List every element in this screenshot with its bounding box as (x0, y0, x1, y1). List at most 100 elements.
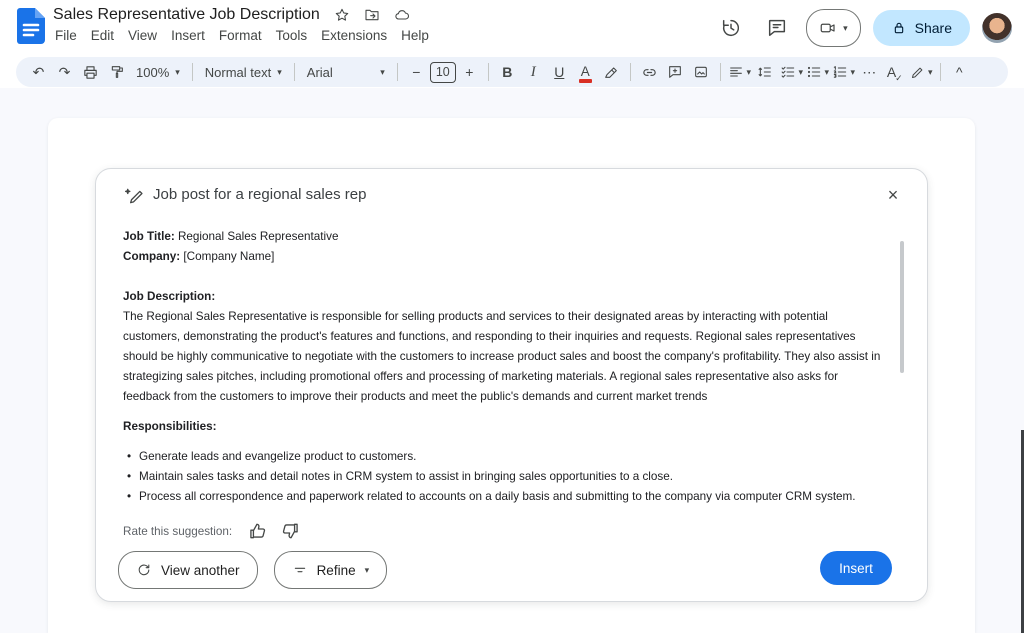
collapse-toolbar-button[interactable]: ^ (947, 60, 972, 84)
print-icon (82, 64, 99, 81)
add-comment-button[interactable] (663, 60, 688, 84)
redo-button[interactable]: ↷ (52, 60, 77, 84)
highlighter-icon (603, 64, 619, 80)
pen-icon (910, 65, 925, 80)
dialog-scrollbar-thumb[interactable] (900, 241, 904, 373)
suggestion-content: Job Title: Regional Sales Representative… (123, 227, 881, 507)
spell-check-button[interactable]: A (883, 60, 908, 84)
video-camera-icon (819, 19, 837, 37)
italic-button[interactable]: I (521, 60, 546, 84)
list-item: Generate leads and evangelize product to… (123, 447, 881, 467)
view-another-label: View another (161, 563, 240, 578)
text-color-button[interactable]: A (573, 60, 598, 84)
company-label: Company: (123, 250, 180, 263)
menu-tools[interactable]: Tools (269, 25, 315, 46)
company-value: [Company Name] (180, 250, 274, 263)
magic-pencil-icon (124, 186, 144, 206)
meet-call-button[interactable]: ▾ (806, 9, 861, 47)
google-docs-window: Sales Representative Job Description Fil… (0, 0, 1024, 633)
chevron-down-icon: ▾ (277, 68, 282, 77)
menu-file[interactable]: File (48, 25, 84, 46)
line-spacing-button[interactable] (753, 60, 778, 84)
zoom-value: 100% (136, 65, 169, 80)
move-folder-icon[interactable] (364, 7, 380, 23)
undo-icon: ↶ (33, 64, 45, 81)
align-button[interactable]: ▾ (727, 60, 752, 84)
paint-format-button[interactable] (104, 60, 129, 84)
text-color-icon: A (581, 65, 590, 79)
menu-view[interactable]: View (121, 25, 164, 46)
dialog-footer: View another Refine ▾ (118, 551, 387, 589)
toolbar-divider (294, 63, 295, 81)
insert-image-icon (693, 64, 709, 80)
chevron-down-icon: ▾ (747, 68, 752, 77)
more-horizontal-icon: ⋯ (862, 64, 876, 81)
share-button[interactable]: Share (873, 10, 970, 46)
list-item: Maintain sales tasks and detail notes in… (123, 467, 881, 487)
menu-insert[interactable]: Insert (164, 25, 212, 46)
toolbar-divider (192, 63, 193, 81)
increase-font-size-button[interactable]: + (457, 60, 482, 84)
highlight-color-button[interactable] (599, 60, 624, 84)
checklist-button[interactable]: ▾ (779, 60, 804, 84)
close-button[interactable]: × (879, 181, 907, 209)
more-options-button[interactable]: ⋯ (857, 60, 882, 84)
lock-icon (891, 20, 907, 36)
link-icon (641, 64, 658, 81)
spacer (123, 267, 881, 287)
redo-icon: ↷ (59, 64, 71, 81)
description-paragraph: The Regional Sales Representative is res… (123, 307, 881, 407)
paragraph-style-select[interactable]: Normal text ▾ (199, 60, 288, 84)
insert-button[interactable]: Insert (820, 551, 892, 585)
close-icon: × (888, 185, 899, 206)
bold-button[interactable]: B (495, 60, 520, 84)
view-another-button[interactable]: View another (118, 551, 258, 589)
style-value: Normal text (205, 65, 271, 80)
rate-label: Rate this suggestion: (123, 525, 232, 538)
rate-suggestion-row: Rate this suggestion: (123, 521, 300, 541)
help-me-write-dialog: Job post for a regional sales rep × Job … (95, 168, 928, 602)
chevron-down-icon: ▾ (928, 68, 933, 77)
cloud-status-icon[interactable] (394, 7, 410, 23)
decrease-font-size-button[interactable]: − (404, 60, 429, 84)
chevron-down-icon: ▾ (851, 68, 856, 77)
print-button[interactable] (78, 60, 103, 84)
zoom-select[interactable]: 100% ▾ (130, 60, 186, 84)
thumbs-down-button[interactable] (280, 521, 300, 541)
bulleted-list-icon (806, 64, 822, 80)
document-title[interactable]: Sales Representative Job Description (53, 6, 320, 24)
insert-image-button[interactable] (689, 60, 714, 84)
insert-link-button[interactable] (637, 60, 662, 84)
comments-icon[interactable] (760, 11, 794, 45)
menu-help[interactable]: Help (394, 25, 436, 46)
company-line: Company: [Company Name] (123, 247, 881, 267)
menu-extensions[interactable]: Extensions (314, 25, 394, 46)
chevron-down-icon: ▾ (825, 68, 830, 77)
app-header: Sales Representative Job Description Fil… (0, 0, 1024, 56)
underline-button[interactable]: U (547, 60, 572, 84)
docs-logo-icon[interactable] (17, 8, 45, 44)
bulleted-list-button[interactable]: ▾ (805, 60, 830, 84)
undo-button[interactable]: ↶ (26, 60, 51, 84)
star-icon[interactable] (334, 7, 350, 23)
refine-button[interactable]: Refine ▾ (274, 551, 388, 589)
menu-bar: File Edit View Insert Format Tools Exten… (48, 25, 436, 46)
chevron-down-icon: ▾ (799, 68, 804, 77)
job-title-line: Job Title: Regional Sales Representative (123, 227, 881, 247)
font-size-input[interactable] (430, 62, 456, 83)
formatting-toolbar: ↶ ↷ 100% ▾ Normal text ▾ Arial ▾ − + B I… (16, 57, 1008, 87)
thumbs-up-button[interactable] (248, 521, 268, 541)
menu-format[interactable]: Format (212, 25, 269, 46)
paint-roller-icon (109, 64, 125, 80)
version-history-icon[interactable] (714, 11, 748, 45)
account-avatar[interactable] (982, 13, 1012, 43)
editing-mode-button[interactable]: ▾ (909, 60, 934, 84)
filter-icon (292, 562, 308, 578)
add-comment-icon (667, 64, 683, 80)
font-family-select[interactable]: Arial ▾ (301, 60, 391, 84)
menu-edit[interactable]: Edit (84, 25, 121, 46)
bold-icon: B (502, 64, 512, 80)
spell-check-icon: A (887, 64, 904, 80)
description-heading: Job Description: (123, 287, 881, 307)
numbered-list-button[interactable]: ▾ (831, 60, 856, 84)
